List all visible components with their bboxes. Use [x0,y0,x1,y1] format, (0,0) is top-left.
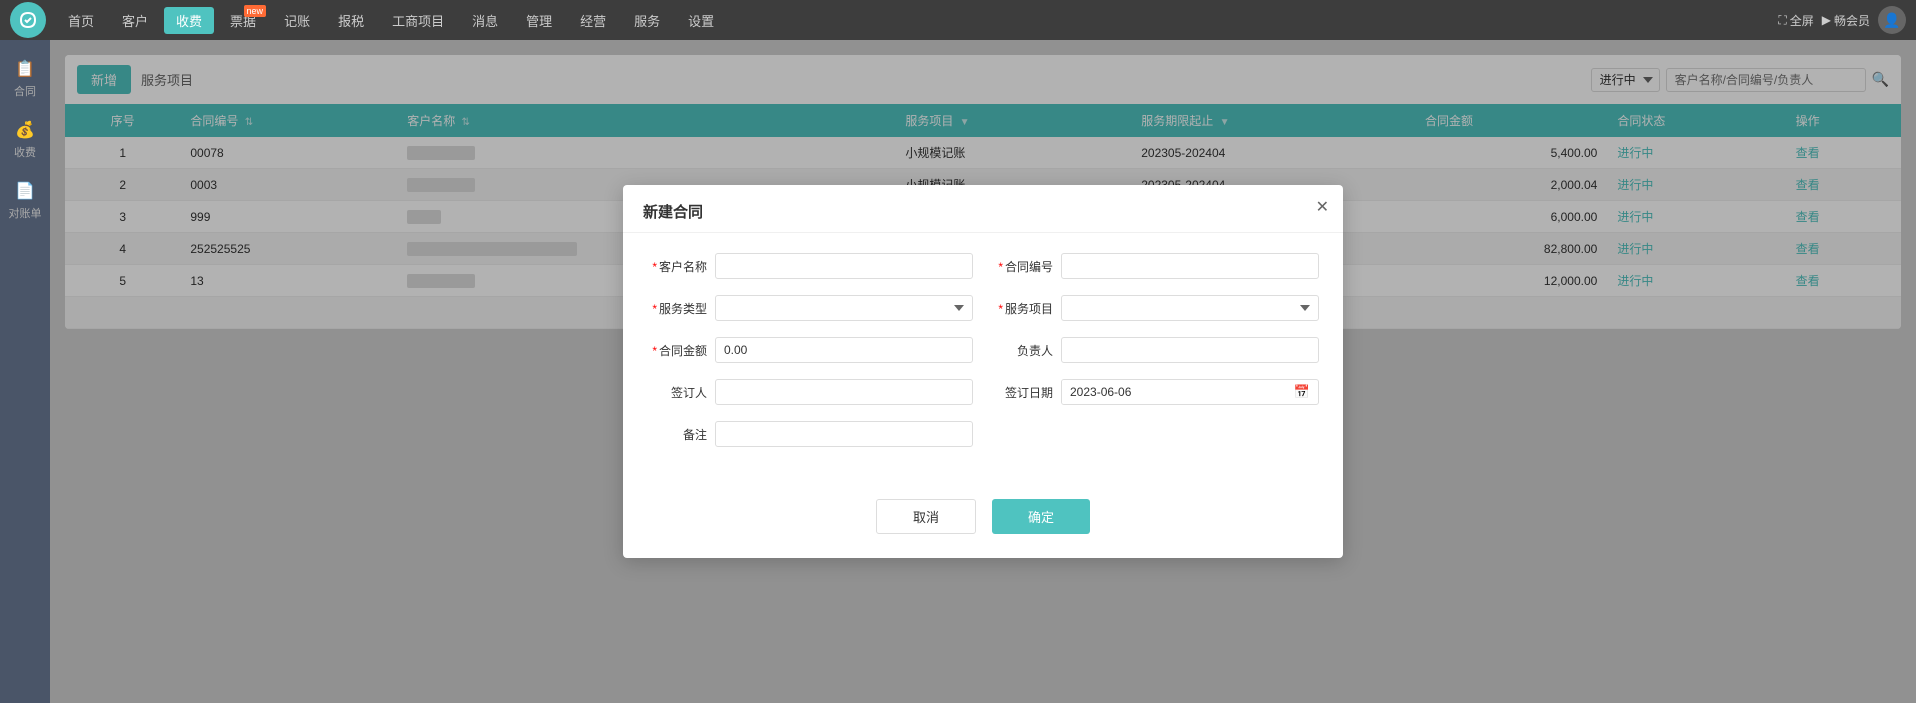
form-group-service-type: *服务类型 [647,295,973,321]
main-content: 新增 服务项目 进行中 已完成 已终止 🔍 [50,40,1916,703]
form-row-4: 签订人 签订日期 📅 [647,379,1319,405]
contract-no-label: *合同编号 [993,258,1053,275]
nav-operation[interactable]: 经营 [568,7,618,34]
service-type-label: *服务类型 [647,300,707,317]
signer-input[interactable] [715,379,973,405]
contract-no-input[interactable] [1061,253,1319,279]
app-logo [10,2,46,38]
form-group-responsible: 负责人 [993,337,1319,363]
fullscreen-icon: ⛶ [1778,13,1786,28]
required-star-3: * [652,302,657,316]
vip-button[interactable]: ▶ 畅会员 [1822,12,1870,29]
form-row-5: 备注 [647,421,1319,447]
client-name-label: *客户名称 [647,258,707,275]
required-star-5: * [652,344,657,358]
sidebar-item-contract[interactable]: 📋 合同 [2,50,48,107]
remark-input[interactable] [715,421,973,447]
form-group-remark: 备注 [647,421,973,447]
nav-settings[interactable]: 设置 [676,7,726,34]
nav-items: 首页 客户 收费 票据 new 记账 报税 工商项目 消息 管理 经营 服务 设… [56,7,1778,34]
fullscreen-button[interactable]: ⛶ 全屏 [1778,12,1813,29]
sign-date-wrap: 📅 [1061,379,1319,405]
fee-icon: 💰 [14,119,36,141]
contract-icon: 📋 [14,58,36,80]
nav-message[interactable]: 消息 [460,7,510,34]
form-group-client-name: *客户名称 [647,253,973,279]
form-row-1: *客户名称 *合同编号 [647,253,1319,279]
form-group-amount: *合同金额 [647,337,973,363]
sign-date-input[interactable] [1062,380,1286,404]
responsible-label: 负责人 [993,342,1053,359]
form-row-3: *合同金额 负责人 [647,337,1319,363]
modal-close-button[interactable]: ✕ [1316,197,1329,217]
service-type-select[interactable] [715,295,973,321]
new-contract-modal: 新建合同 ✕ *客户名称 *合同编号 [623,185,1343,558]
nav-business[interactable]: 工商项目 [380,7,456,34]
required-star: * [652,260,657,274]
nav-client[interactable]: 客户 [110,7,160,34]
amount-label: *合同金额 [647,342,707,359]
signer-label: 签订人 [647,384,707,401]
top-nav: 首页 客户 收费 票据 new 记账 报税 工商项目 消息 管理 经营 服务 设… [0,0,1916,40]
cancel-button[interactable]: 取消 [876,499,976,534]
form-group-signer: 签订人 [647,379,973,405]
form-group-empty [993,421,1319,447]
nav-service[interactable]: 服务 [622,7,672,34]
remark-label: 备注 [647,426,707,443]
modal-overlay: 新建合同 ✕ *客户名称 *合同编号 [50,40,1916,703]
vip-icon: ▶ [1822,13,1831,27]
new-badge: new [244,5,267,17]
service-item-label: *服务项目 [993,300,1053,317]
required-star-4: * [998,302,1003,316]
service-item-select[interactable] [1061,295,1319,321]
sidebar: 📋 合同 💰 收费 📄 对账单 [0,40,50,703]
sidebar-item-fee[interactable]: 💰 收费 [2,111,48,168]
nav-invoice[interactable]: 票据 new [218,7,268,34]
sidebar-item-reconciliation[interactable]: 📄 对账单 [2,172,48,229]
confirm-button[interactable]: 确定 [992,499,1090,534]
nav-home[interactable]: 首页 [56,7,106,34]
required-star-2: * [998,260,1003,274]
responsible-input[interactable] [1061,337,1319,363]
client-name-input[interactable] [715,253,973,279]
top-nav-right: ⛶ 全屏 ▶ 畅会员 👤 [1778,6,1906,34]
nav-tax[interactable]: 报税 [326,7,376,34]
sign-date-label: 签订日期 [993,384,1053,401]
modal-body: *客户名称 *合同编号 [623,233,1343,483]
reconciliation-icon: 📄 [14,180,36,202]
avatar[interactable]: 👤 [1878,6,1906,34]
amount-input[interactable] [715,337,973,363]
calendar-icon[interactable]: 📅 [1286,384,1318,400]
form-group-service-item: *服务项目 [993,295,1319,321]
nav-accounting[interactable]: 记账 [272,7,322,34]
form-group-sign-date: 签订日期 📅 [993,379,1319,405]
main-layout: 📋 合同 💰 收费 📄 对账单 新增 服务项目 进行中 已完成 已终止 [0,40,1916,703]
form-group-contract-no: *合同编号 [993,253,1319,279]
modal-title: 新建合同 [623,185,1343,233]
form-row-2: *服务类型 *服务项目 [647,295,1319,321]
avatar-icon: 👤 [1883,12,1900,29]
modal-footer: 取消 确定 [623,483,1343,558]
nav-fee[interactable]: 收费 [164,7,214,34]
nav-manage[interactable]: 管理 [514,7,564,34]
